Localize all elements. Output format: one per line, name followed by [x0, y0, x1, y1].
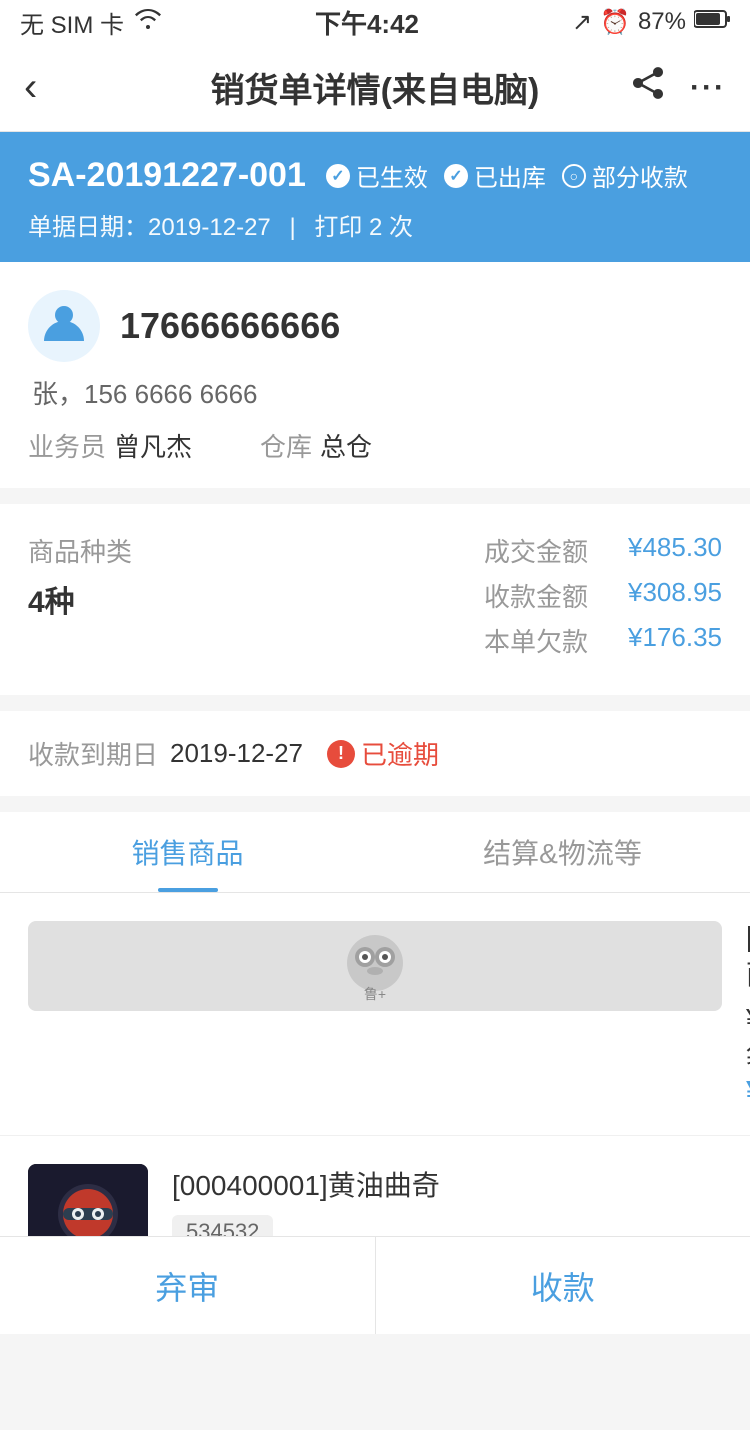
- category-label: 商品种类: [28, 532, 132, 569]
- overdue-label: 已逾期: [361, 735, 439, 772]
- status-badges: ✓ 已生效 ✓ 已出库 ○ 部分收款: [326, 158, 688, 193]
- status-left: 无 SIM 卡: [20, 5, 162, 40]
- badge-shipped: ✓ 已出库: [444, 158, 546, 193]
- warehouse-label: 仓库: [260, 427, 312, 464]
- svg-text:鲁+: 鲁+: [364, 986, 386, 1002]
- tabs-bar: 销售商品 结算&物流等: [0, 812, 750, 893]
- owed-label: 本单欠款: [484, 622, 588, 659]
- received-amount-row: 收款金额 ¥308.95: [484, 577, 722, 614]
- summary-row: 商品种类 4种 成交金额 ¥485.30 收款金额 ¥308.95 本单欠款 ¥…: [28, 532, 722, 667]
- due-label: 收款到期日: [28, 735, 158, 772]
- check-icon-2: ✓: [444, 164, 468, 188]
- order-banner: SA-20191227-001 ✓ 已生效 ✓ 已出库 ○ 部分收款 单据日期：…: [0, 132, 750, 262]
- nav-bar: ‹ 销货单详情(来自电脑) ···: [0, 44, 750, 132]
- category-value: 4种: [28, 577, 132, 621]
- badge-active: ✓ 已生效: [326, 158, 428, 193]
- bottom-bar: 弃审 收款: [0, 1236, 750, 1334]
- product-name-2: [000400001]黄油曲奇: [172, 1164, 722, 1204]
- sales-label: 业务员: [28, 427, 106, 464]
- product-info-1: [0000002]面包 ¥40 x 5 袋 = ¥199.99: [746, 921, 750, 1107]
- confirm-button[interactable]: 收款: [376, 1237, 750, 1334]
- order-meta: 单据日期：2019-12-27 | 打印 2 次: [28, 207, 722, 242]
- warehouse-value: 总仓: [320, 427, 372, 464]
- product-price-1: ¥40 x 5 袋 = ¥199.99: [746, 1003, 750, 1107]
- order-id: SA-20191227-001: [28, 156, 306, 195]
- tab-sales-products[interactable]: 销售商品: [0, 812, 375, 892]
- carrier-text: 无 SIM 卡: [20, 5, 124, 40]
- customer-section: 17666666666 张，156 6666 6666 业务员 曾凡杰 仓库 总…: [0, 262, 750, 488]
- customer-sub: 张，156 6666 6666: [28, 374, 722, 411]
- summary-left: 商品种类 4种: [28, 532, 132, 621]
- check-icon-1: ✓: [326, 164, 350, 188]
- nav-actions: ···: [630, 65, 726, 110]
- overdue-badge: ! 已逾期: [327, 735, 439, 772]
- avatar-icon: [42, 299, 86, 353]
- tab-underline: [158, 888, 218, 892]
- tab-settlement[interactable]: 结算&物流等: [375, 812, 750, 892]
- customer-id: 17666666666: [120, 305, 340, 347]
- share-icon[interactable]: [630, 65, 666, 110]
- tabs-section: 销售商品 结算&物流等: [0, 812, 750, 893]
- location-icon: ↗: [572, 8, 592, 37]
- product-item-1: 鲁+ [0000002]面包 ¥40 x 5 袋 = ¥199.99: [0, 893, 750, 1136]
- product-thumb-1: 鲁+: [28, 921, 722, 1011]
- summary-right: 成交金额 ¥485.30 收款金额 ¥308.95 本单欠款 ¥176.35: [484, 532, 722, 667]
- summary-section: 商品种类 4种 成交金额 ¥485.30 收款金额 ¥308.95 本单欠款 ¥…: [0, 504, 750, 695]
- avatar: [28, 290, 100, 362]
- order-banner-top: SA-20191227-001 ✓ 已生效 ✓ 已出库 ○ 部分收款: [28, 156, 722, 195]
- received-label: 收款金额: [484, 577, 588, 614]
- received-value: ¥308.95: [628, 577, 722, 614]
- wifi-icon: [134, 8, 162, 37]
- deal-amount-row: 成交金额 ¥485.30: [484, 532, 722, 569]
- due-section: 收款到期日 2019-12-27 ! 已逾期: [0, 711, 750, 796]
- deal-label: 成交金额: [484, 532, 588, 569]
- sales-person: 曾凡杰: [114, 427, 192, 464]
- badge-partial-payment: ○ 部分收款: [562, 158, 688, 193]
- product-total-1: ¥199.99: [746, 1075, 750, 1106]
- battery-icon: [694, 8, 730, 36]
- deal-value: ¥485.30: [628, 532, 722, 569]
- owed-amount-row: 本单欠款 ¥176.35: [484, 622, 722, 659]
- nav-title: 销货单详情(来自电脑): [211, 63, 540, 112]
- overdue-icon: !: [327, 740, 355, 768]
- due-date: 2019-12-27: [170, 738, 303, 769]
- customer-info-row: 业务员 曾凡杰 仓库 总仓: [28, 427, 722, 464]
- owed-value: ¥176.35: [628, 622, 722, 659]
- status-time: 下午4:42: [315, 4, 419, 41]
- status-right: ↗ ⏰ 87%: [572, 8, 730, 37]
- cancel-button[interactable]: 弃审: [0, 1237, 376, 1334]
- more-icon[interactable]: ···: [690, 71, 726, 105]
- back-button[interactable]: ‹: [24, 65, 84, 110]
- status-bar: 无 SIM 卡 下午4:42 ↗ ⏰ 87%: [0, 0, 750, 44]
- alarm-icon: ⏰: [600, 8, 630, 37]
- battery-text: 87%: [638, 8, 686, 36]
- product-name-1: [0000002]面包: [746, 921, 750, 993]
- customer-top: 17666666666: [28, 290, 722, 362]
- clock-icon: ○: [562, 164, 586, 188]
